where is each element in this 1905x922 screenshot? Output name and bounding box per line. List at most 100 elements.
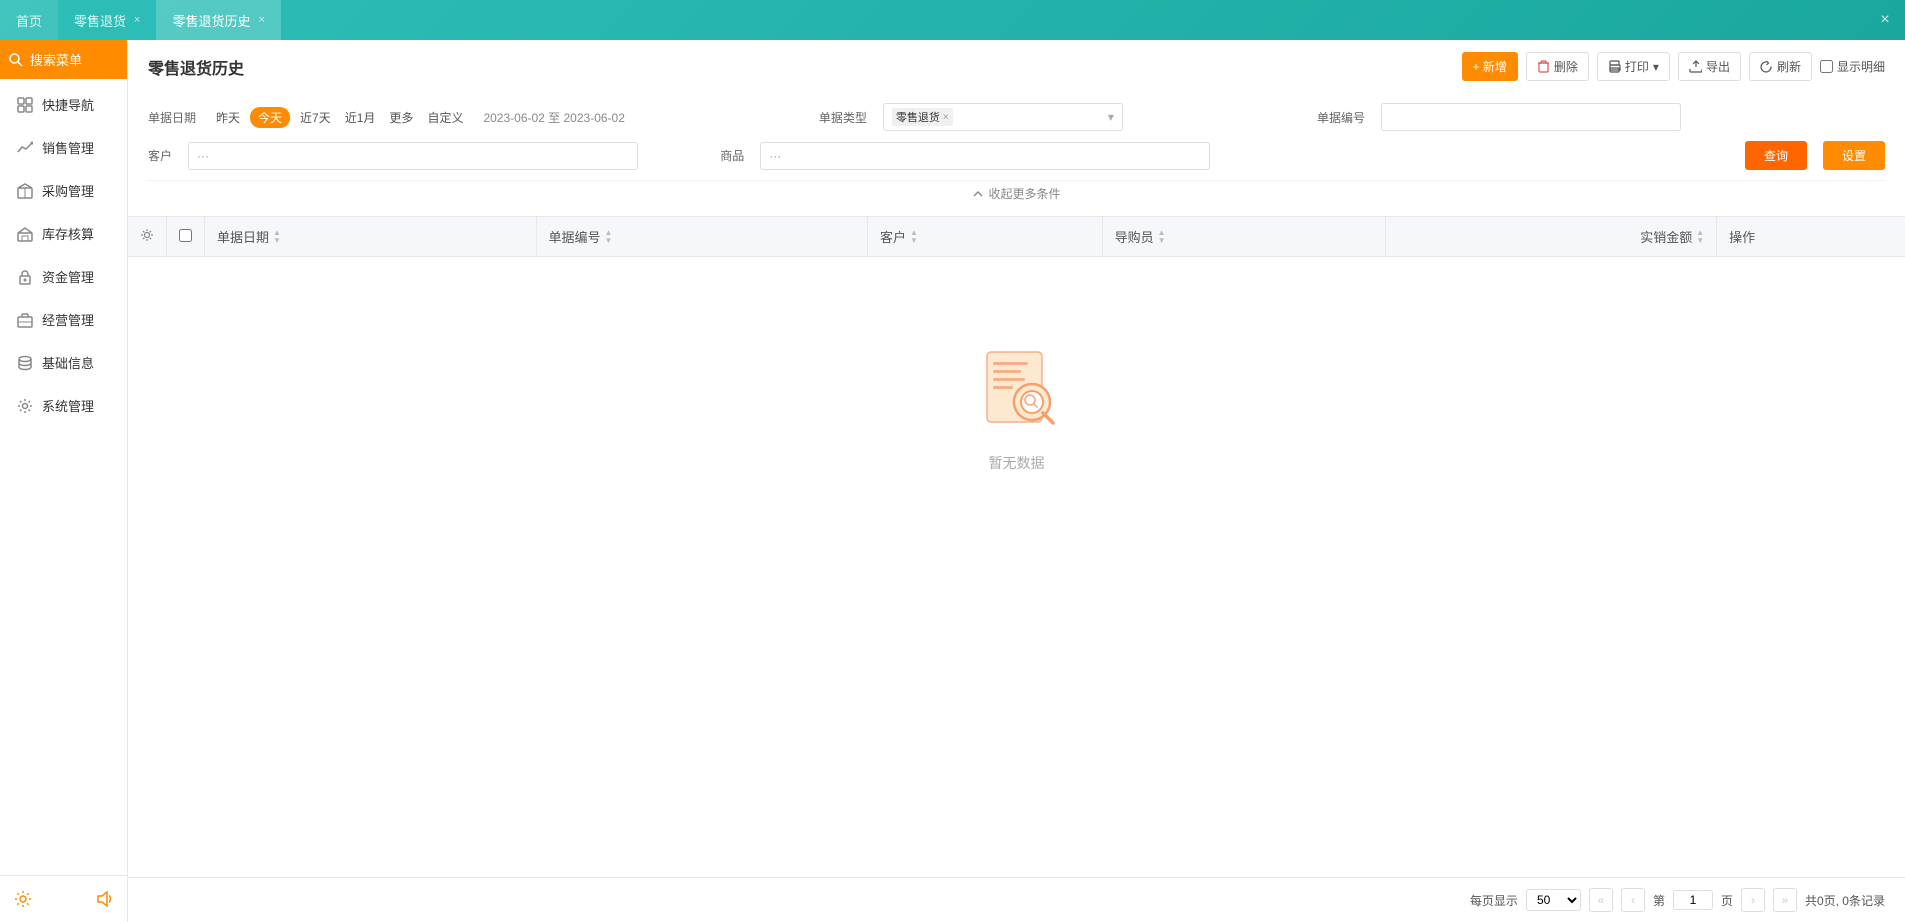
query-button[interactable]: 查询 (1745, 141, 1807, 170)
filter-area: 单据日期 昨天 今天 近7天 近1月 更多 自定义 2023-06-02 至 2… (148, 93, 1885, 216)
sidebar-item-inventory[interactable]: 库存核算 (0, 212, 127, 255)
search-icon (8, 52, 24, 68)
customer-ellipsis: ··· (197, 149, 209, 163)
th-checkbox[interactable] (167, 217, 205, 257)
page-size-dropdown[interactable]: 50 10 20 100 (1526, 889, 1581, 911)
chart-icon (16, 139, 34, 157)
speaker-icon (95, 890, 113, 908)
date-shortcut-today[interactable]: 今天 (250, 107, 290, 128)
filter-row-2: 客户 ··· 商品 ··· 查询 设置 (148, 141, 1885, 170)
sidebar-item-quick-nav[interactable]: 快捷导航 (0, 83, 127, 126)
sidebar-audio-btn[interactable] (89, 884, 119, 914)
window-close-button[interactable]: × (1865, 0, 1905, 40)
collapse-filter-btn[interactable]: 收起更多条件 (148, 180, 1885, 206)
show-detail-input[interactable] (1820, 60, 1833, 73)
tab-home[interactable]: 首页 (0, 0, 58, 40)
total-info: 共0页, 0条记录 (1805, 892, 1885, 909)
sidebar-item-operations-label: 经营管理 (42, 310, 94, 329)
date-shortcut-more[interactable]: 更多 (385, 107, 417, 128)
add-button[interactable]: + 新增 (1462, 52, 1518, 81)
date-shortcut-7days[interactable]: 近7天 (296, 107, 335, 128)
doc-date-label: 单据日期 (148, 109, 196, 126)
empty-text: 暂无数据 (989, 453, 1045, 473)
th-guide[interactable]: 导购员 ▲▼ (1102, 217, 1385, 257)
date-shortcut-yesterday[interactable]: 昨天 (212, 107, 244, 128)
sort-arrows-doc-date: ▲▼ (273, 229, 281, 245)
goods-select[interactable]: ··· (760, 142, 1210, 170)
page-word: 第 (1653, 892, 1665, 909)
lock-icon (16, 268, 34, 286)
tab-retail-return-history-close[interactable]: × (258, 14, 264, 26)
th-doc-date-sort[interactable]: 单据日期 ▲▼ (217, 227, 524, 246)
refresh-button[interactable]: 刷新 (1749, 52, 1812, 81)
next-page-btn[interactable]: › (1741, 888, 1765, 912)
select-all-checkbox[interactable] (179, 229, 192, 242)
doc-type-tag-close[interactable]: × (943, 112, 949, 123)
doc-number-label: 单据编号 (1317, 109, 1365, 126)
doc-type-dropdown-arrow: ▾ (1108, 110, 1114, 124)
doc-type-select[interactable]: 零售退货 × ▾ (883, 103, 1123, 131)
table-header-row: 单据日期 ▲▼ 单据编号 ▲▼ 客户 (128, 217, 1905, 257)
doc-type-tag-value: 零售退货 (896, 109, 940, 125)
print-button[interactable]: 打印 ▾ (1597, 52, 1670, 81)
tab-retail-return-history[interactable]: 零售退货历史 × (156, 0, 280, 40)
customer-select[interactable]: ··· (188, 142, 638, 170)
th-doc-number-sort[interactable]: 单据编号 ▲▼ (549, 227, 856, 246)
sidebar-item-basic-info[interactable]: 基础信息 (0, 341, 127, 384)
show-detail-checkbox[interactable]: 显示明细 (1820, 58, 1885, 75)
tab-retail-return-history-label: 零售退货历史 (172, 11, 250, 30)
refresh-icon (1760, 60, 1773, 73)
sidebar: 搜索菜单 快捷导航 (0, 40, 128, 922)
sidebar-item-finance[interactable]: 资金管理 (0, 255, 127, 298)
th-gear[interactable] (128, 217, 167, 257)
briefcase-icon (16, 311, 34, 329)
table-header: 单据日期 ▲▼ 单据编号 ▲▼ 客户 (128, 217, 1905, 257)
page-title-row: 零售退货历史 + 新增 删除 (148, 52, 1885, 81)
th-amount-label: 实销金额 (1640, 227, 1692, 246)
top-bar: 首页 零售退货 × 零售退货历史 × × (0, 0, 1905, 40)
goods-label: 商品 (720, 147, 744, 164)
settings-filter-button[interactable]: 设置 (1823, 141, 1885, 170)
th-amount-sort[interactable]: 实销金额 ▲▼ (1398, 227, 1705, 246)
th-doc-date[interactable]: 单据日期 ▲▼ (205, 217, 537, 257)
empty-illustration (967, 337, 1067, 437)
chevron-up-icon (972, 188, 984, 200)
sidebar-settings-btn[interactable] (8, 884, 38, 914)
sidebar-item-purchase-mgmt[interactable]: 采购管理 (0, 169, 127, 212)
tab-bar: 首页 零售退货 × 零售退货历史 × (0, 0, 1865, 40)
date-shortcut-custom[interactable]: 自定义 (423, 107, 467, 128)
th-customer-sort[interactable]: 客户 ▲▼ (880, 227, 1090, 246)
sidebar-item-operations[interactable]: 经营管理 (0, 298, 127, 341)
prev-page-btn[interactable]: ‹ (1621, 888, 1645, 912)
date-shortcut-1month[interactable]: 近1月 (341, 107, 380, 128)
th-doc-number-label: 单据编号 (549, 227, 601, 246)
sidebar-item-sys-mgmt[interactable]: 系统管理 (0, 384, 127, 427)
last-page-btn[interactable]: » (1773, 888, 1797, 912)
gear-icon (14, 890, 32, 908)
sort-arrows-amount: ▲▼ (1696, 229, 1704, 245)
th-amount[interactable]: 实销金额 ▲▼ (1385, 217, 1717, 257)
tab-retail-return-label: 零售退货 (74, 11, 126, 30)
empty-state: 暂无数据 (128, 257, 1905, 553)
th-action: 操作 (1717, 217, 1905, 257)
empty-state-row: 暂无数据 (128, 257, 1905, 554)
delete-button[interactable]: 删除 (1526, 52, 1589, 81)
export-button[interactable]: 导出 (1678, 52, 1741, 81)
sidebar-item-finance-label: 资金管理 (42, 267, 94, 286)
print-icon (1608, 60, 1621, 73)
page-input[interactable] (1673, 890, 1713, 910)
th-doc-number[interactable]: 单据编号 ▲▼ (536, 217, 868, 257)
th-guide-sort[interactable]: 导购员 ▲▼ (1115, 227, 1373, 246)
sidebar-item-purchase-mgmt-label: 采购管理 (42, 181, 94, 200)
tab-retail-return[interactable]: 零售退货 × (58, 0, 156, 40)
doc-number-input[interactable] (1381, 103, 1681, 131)
table-body: 暂无数据 (128, 257, 1905, 554)
tab-retail-return-close[interactable]: × (134, 14, 140, 26)
collapse-label: 收起更多条件 (988, 185, 1060, 202)
th-doc-date-label: 单据日期 (217, 227, 269, 246)
first-page-btn[interactable]: « (1589, 888, 1613, 912)
filter-row-1: 单据日期 昨天 今天 近7天 近1月 更多 自定义 2023-06-02 至 2… (148, 103, 1885, 131)
th-customer[interactable]: 客户 ▲▼ (868, 217, 1103, 257)
sidebar-search[interactable]: 搜索菜单 (0, 40, 127, 79)
sidebar-item-sales-mgmt[interactable]: 销售管理 (0, 126, 127, 169)
